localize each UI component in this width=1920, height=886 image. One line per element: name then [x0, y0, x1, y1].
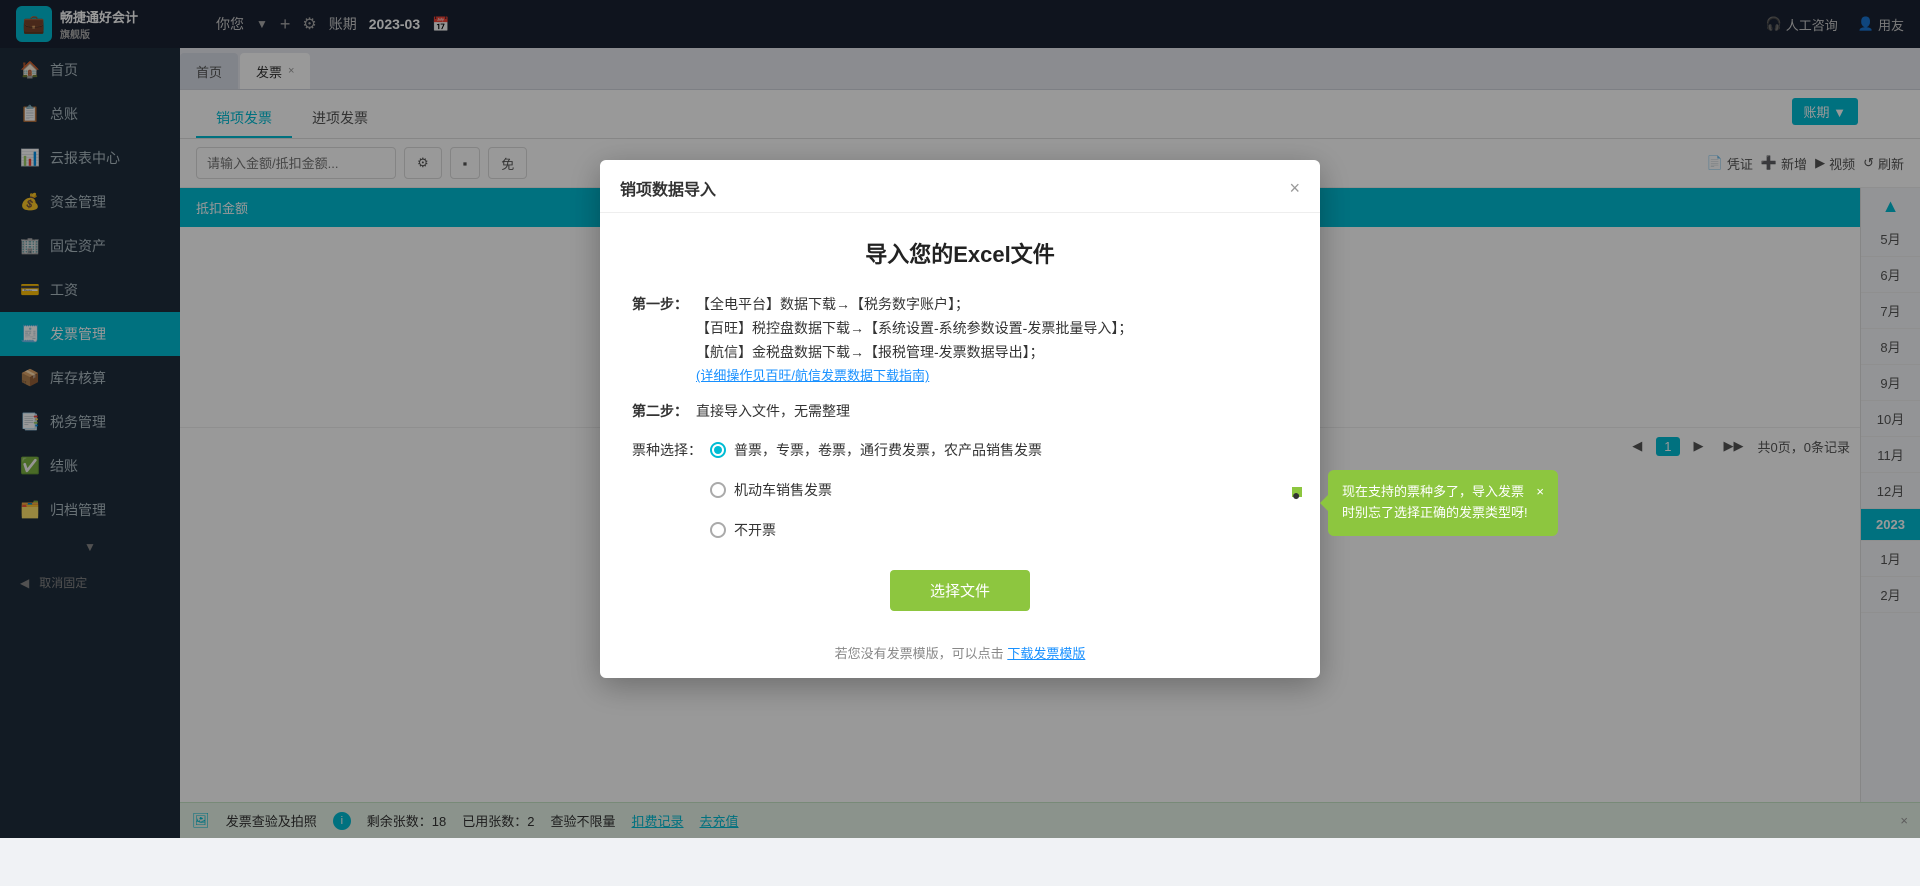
modal-main-title: 导入您的Excel文件: [632, 237, 1288, 269]
radio-option-2[interactable]: 机动车销售发票 ●: [710, 480, 1288, 500]
modal-footer: 若您没有发票模版，可以点击 下载发票模版: [600, 631, 1320, 678]
radio-label-1: 普票，专票，卷票，通行费发票，农产品销售发票: [734, 440, 1042, 460]
step2-content: 直接导入文件，无需整理: [696, 400, 1288, 424]
modal-header: 销项数据导入 ×: [600, 160, 1320, 213]
radio-1[interactable]: [710, 442, 726, 458]
step1-row: 第一步： 【全电平台】数据下载→【税务数字账户】； 【百旺】税控盘数据下载→【系…: [632, 293, 1288, 388]
modal-overlay: 销项数据导入 × 导入您的Excel文件 第一步： 【全电平台】数据下载→【税务…: [0, 0, 1920, 838]
step2-label: 第二步：: [632, 400, 688, 424]
step1-guide-link[interactable]: (详细操作见百旺/航信发票数据下载指南): [696, 364, 1288, 388]
tooltip-close-btn[interactable]: ×: [1536, 482, 1544, 503]
step1-line3: 【航信】金税盘数据下载→【报税管理-发票数据导出】；: [696, 341, 1288, 365]
select-file-button[interactable]: 选择文件: [890, 570, 1030, 611]
guide-link-text[interactable]: (详细操作见百旺/航信发票数据下载指南): [696, 368, 929, 383]
radio-option-1[interactable]: 普票，专票，卷票，通行费发票，农产品销售发票: [710, 440, 1288, 460]
ticket-select: 票种选择： 普票，专票，卷票，通行费发票，农产品销售发票 机动车销售发票 ●: [632, 440, 1288, 550]
tooltip-arrow: [1320, 495, 1328, 511]
ticket-label: 票种选择：: [632, 440, 702, 460]
import-modal: 销项数据导入 × 导入您的Excel文件 第一步： 【全电平台】数据下载→【税务…: [600, 160, 1320, 678]
footer-text: 若您没有发票模版，可以点击: [835, 646, 1004, 661]
tooltip-connector-dot: ●: [1292, 487, 1302, 497]
step1-label: 第一步：: [632, 293, 688, 388]
step2-row: 第二步： 直接导入文件，无需整理: [632, 400, 1288, 424]
step1-line1: 【全电平台】数据下载→【税务数字账户】；: [696, 293, 1288, 317]
modal-title: 销项数据导入: [620, 176, 716, 200]
step1-content: 【全电平台】数据下载→【税务数字账户】； 【百旺】税控盘数据下载→【系统设置-系…: [696, 293, 1288, 388]
radio-2[interactable]: [710, 482, 726, 498]
tooltip-text: 现在支持的票种多了，导入发票时别忘了选择正确的发票类型呀!: [1342, 484, 1528, 520]
step1-line2: 【百旺】税控盘数据下载→【系统设置-系统参数设置-发票批量导入】；: [696, 317, 1288, 341]
download-template-link[interactable]: 下载发票模版: [1007, 646, 1085, 661]
radio-option-3[interactable]: 不开票: [710, 520, 1288, 540]
radio-3[interactable]: [710, 522, 726, 538]
ticket-tooltip: × 现在支持的票种多了，导入发票时别忘了选择正确的发票类型呀!: [1328, 470, 1558, 536]
modal-close-btn[interactable]: ×: [1289, 178, 1300, 199]
modal-body: 导入您的Excel文件 第一步： 【全电平台】数据下载→【税务数字账户】； 【百…: [600, 213, 1320, 631]
radio-label-2: 机动车销售发票: [734, 480, 832, 500]
radio-label-3: 不开票: [734, 520, 776, 540]
